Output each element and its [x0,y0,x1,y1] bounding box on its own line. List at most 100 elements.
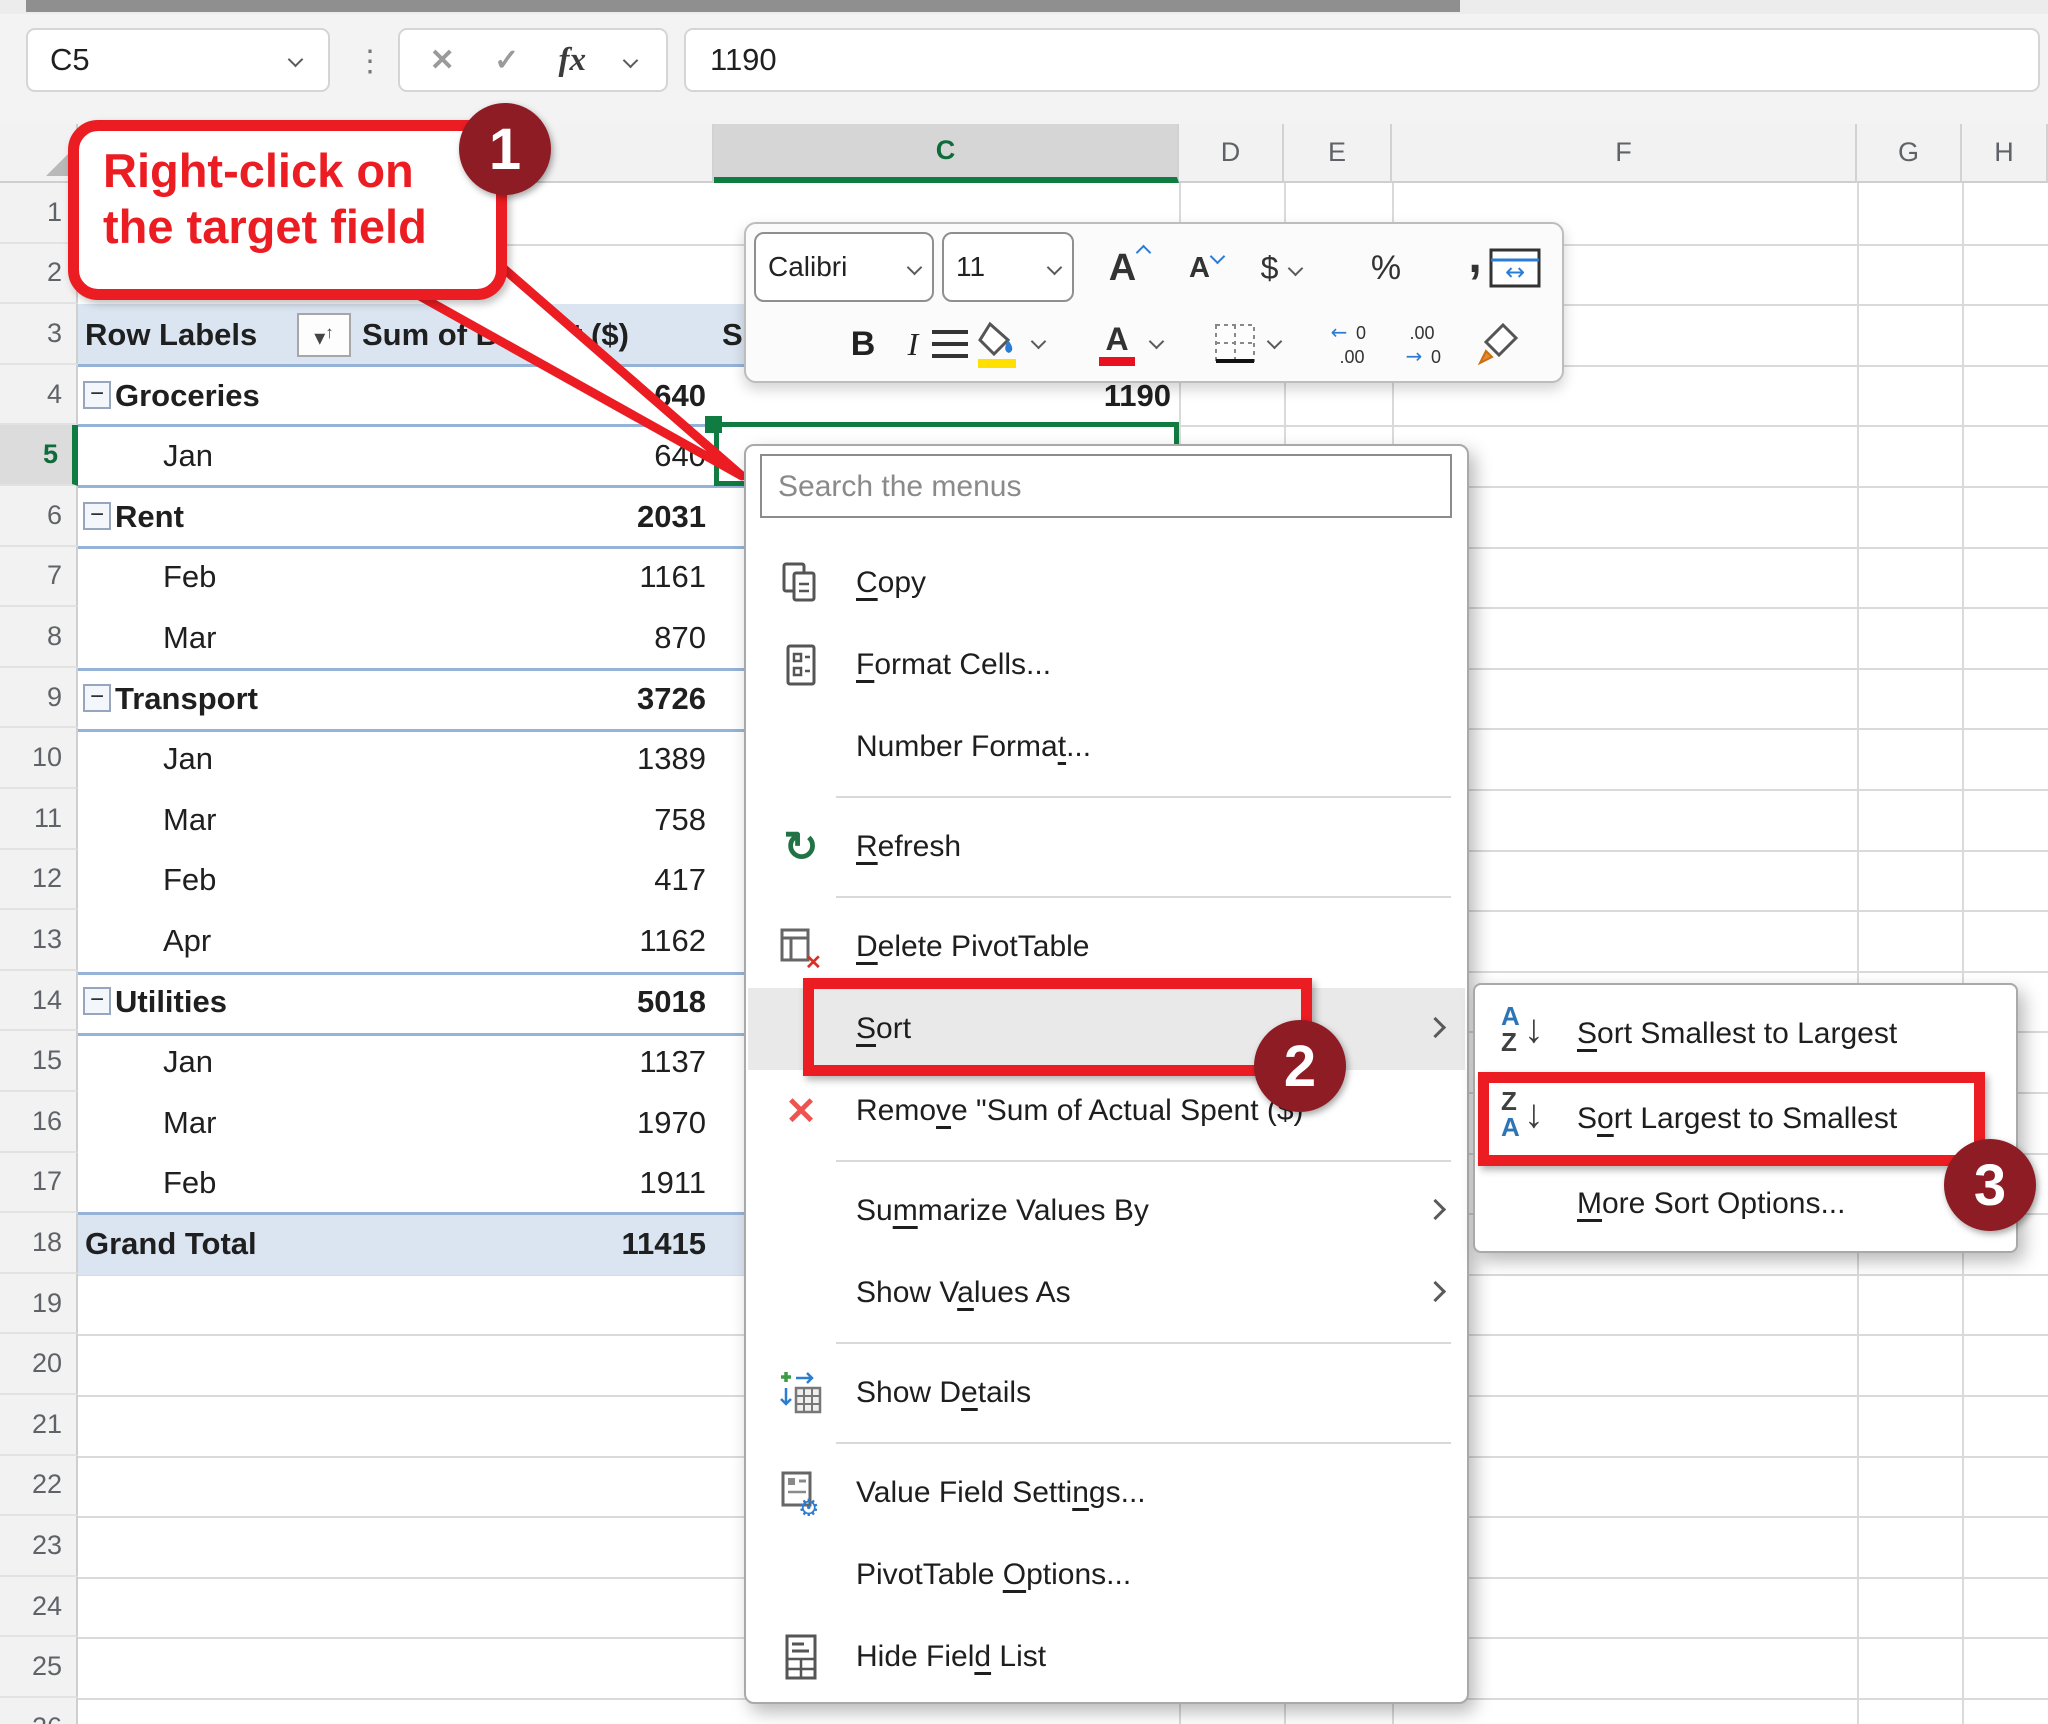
row-header-25[interactable]: 25 [0,1637,78,1698]
menu-item-label: Delete PivotTable [856,930,1090,963]
column-header-D[interactable]: D [1179,124,1284,183]
submenu-item-sort-smallest-to-largest[interactable]: A Z ↓ Sort Smallest to Largest [1477,991,2014,1076]
format-painter-button[interactable] [1467,314,1531,374]
accounting-format-button[interactable]: $ [1245,238,1317,298]
menu-item-delete-pivottable[interactable]: ✕ Delete PivotTable [748,906,1465,988]
budget-value: 758 [654,801,706,837]
menu-search-input[interactable] [762,456,1468,518]
fill-color-button[interactable] [967,314,1031,374]
collapse-button[interactable]: − [83,986,111,1015]
row-header-22[interactable]: 22 [0,1455,78,1517]
column-header-G[interactable]: G [1857,124,1962,183]
row-labels-filter-button[interactable]: ▾↑ [297,313,351,357]
menu-item-pivottable-options[interactable]: PivotTable Options... [748,1534,1465,1616]
menu-item-number-format[interactable]: Number Format... [748,706,1465,788]
row-header-13[interactable]: 13 [0,910,78,971]
menu-item-remove-sum-of-actual-spent[interactable]: ✕ Remove "Sum of Actual Spent ($)" [748,1070,1465,1152]
formula-input[interactable]: 1190 [684,28,2040,92]
gridline [1857,183,1859,1724]
grow-font-button[interactable]: A [1092,238,1164,298]
row-header-5[interactable]: 5 [0,425,78,486]
pivot-row-label: Mar [163,801,217,837]
row-header-24[interactable]: 24 [0,1576,78,1638]
menu-item-format-cells[interactable]: Format Cells... [748,624,1465,706]
collapse-button[interactable]: − [83,380,111,409]
percent-style-button[interactable]: % [1350,238,1422,298]
menu-item-refresh[interactable]: ↻ Refresh [748,806,1465,888]
borders-button[interactable] [1203,314,1267,374]
chevron-down-icon[interactable] [1030,333,1047,350]
decrease-decimal-button[interactable]: ← 0 .00 [1320,314,1384,374]
row-header-26[interactable]: 26 [0,1698,78,1724]
row-header-8[interactable]: 8 [0,607,78,668]
row-header-18[interactable]: 18 [0,1213,78,1274]
pivot-row-label: Rent [115,498,184,534]
collapse-button[interactable]: − [83,501,111,530]
insert-function-icon[interactable]: fx [559,42,587,79]
formula-actions: ✕ ✓ fx [398,28,668,92]
row-header-16[interactable]: 16 [0,1092,78,1153]
row-header-19[interactable]: 19 [0,1273,78,1335]
column-header-C[interactable]: C [714,124,1179,183]
column-header-H[interactable]: H [1962,124,2048,183]
menu-separator [836,1442,1451,1444]
merge-cells-button[interactable]: ↔ [1479,238,1551,298]
row-header-2[interactable]: 2 [0,243,78,305]
menu-item-label: Refresh [856,830,962,863]
formula-value: 1190 [710,42,777,77]
menu-item-copy[interactable]: Copy [748,542,1465,624]
name-box-value: C5 [50,42,90,77]
chevron-down-icon[interactable] [623,52,639,68]
callout-line1: Right-click on [103,144,414,197]
font-color-button[interactable]: A [1085,314,1149,374]
row-header-11[interactable]: 11 [0,789,78,850]
chevron-down-icon[interactable] [1266,333,1283,350]
highlight-box-sort-largest [1478,1072,1985,1166]
name-box[interactable]: C5 [26,28,330,92]
chevron-down-icon[interactable] [1148,333,1165,350]
increase-decimal-button[interactable]: .00 → 0 [1393,314,1457,374]
row-header-6[interactable]: 6 [0,486,78,547]
row-header-7[interactable]: 7 [0,546,78,608]
row-header-4[interactable]: 4 [0,364,78,426]
menu-separator [836,796,1451,798]
row-header-14[interactable]: 14 [0,970,78,1032]
enter-icon[interactable]: ✓ [494,43,519,78]
row-header-10[interactable]: 10 [0,728,78,789]
svg-text:0: 0 [1431,347,1441,367]
collapse-button[interactable]: − [83,683,111,712]
svg-text:⚙: ⚙ [798,1494,820,1516]
row-header-15[interactable]: 15 [0,1031,78,1092]
menu-item-value-field-settings[interactable]: ⚙ Value Field Settings... [748,1452,1465,1534]
chevron-down-icon[interactable] [287,51,304,68]
shrink-font-button[interactable]: A [1169,238,1241,298]
font-size-select[interactable]: 11 [942,232,1074,302]
selected-cell-border-bottom [714,481,748,486]
submenu-item-more-sort-options[interactable]: More Sort Options... [1477,1161,2014,1246]
column-header-F[interactable]: F [1392,124,1857,183]
pivot-row-label: Feb [163,862,217,898]
row-header-20[interactable]: 20 [0,1334,78,1395]
row-header-3[interactable]: 3 [0,304,78,365]
budget-value: 870 [654,620,706,655]
selection-handle[interactable] [705,416,722,433]
svg-text:.00: .00 [1409,323,1434,343]
cancel-icon[interactable]: ✕ [430,43,455,78]
row-header-9[interactable]: 9 [0,667,78,729]
menu-item-show-values-as[interactable]: Show Values As [748,1252,1465,1334]
row-header-1[interactable]: 1 [0,183,78,244]
pivot-row-label: Mar [163,620,217,655]
format-cells-icon [778,642,824,688]
menu-item-show-details[interactable]: Show Details [748,1352,1465,1434]
row-header-17[interactable]: 17 [0,1152,78,1214]
menu-item-label: Value Field Settings... [856,1476,1146,1509]
font-name-select[interactable]: Calibri [754,232,934,302]
row-header-23[interactable]: 23 [0,1516,78,1577]
row-header-21[interactable]: 21 [0,1395,78,1456]
menu-item-hide-field-list[interactable]: Hide Field List [748,1616,1465,1698]
row-header-12[interactable]: 12 [0,849,78,911]
svg-text:↔: ↔ [1505,258,1525,286]
menu-search-box[interactable] [760,454,1468,518]
column-header-E[interactable]: E [1284,124,1392,183]
menu-item-summarize-values-by[interactable]: Summarize Values By [748,1170,1465,1252]
